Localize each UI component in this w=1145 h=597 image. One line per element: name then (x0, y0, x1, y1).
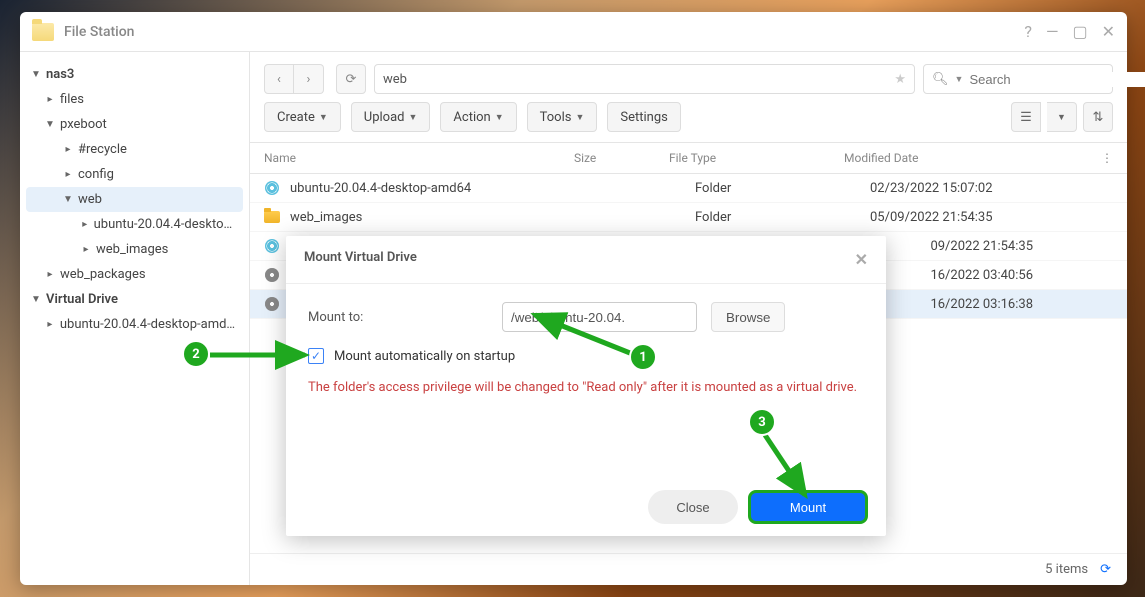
disk-icon (264, 180, 280, 196)
browse-button[interactable]: Browse (711, 302, 785, 332)
view-dropdown-button[interactable]: ▼ (1047, 102, 1077, 132)
mount-dialog: Mount Virtual Drive ✕ Mount to: Browse ✓… (286, 236, 886, 536)
search-box[interactable]: 🔍︎ ▼ (923, 64, 1113, 94)
item-count: 5 items (1045, 562, 1088, 577)
table-row[interactable]: web_images Folder 05/09/2022 21:54:35 (250, 203, 1127, 232)
refresh-button[interactable]: ⟳ (336, 64, 366, 94)
sidebar-item-ubuntu[interactable]: ▸ubuntu-20.04.4-desktop-amd64 (26, 212, 243, 237)
upload-button[interactable]: Upload▼ (351, 102, 431, 132)
nav-back-button[interactable]: ‹ (264, 64, 294, 94)
sidebar-item-web-images[interactable]: ▸web_images (26, 237, 243, 262)
col-size[interactable]: Size (574, 151, 669, 165)
window-controls: ? — ▢ ✕ (1024, 22, 1115, 41)
minimize-icon[interactable]: — (1046, 22, 1059, 41)
close-button[interactable]: Close (648, 490, 738, 524)
nav-forward-button[interactable]: › (294, 64, 324, 94)
sidebar-item-recycle[interactable]: ▸#recycle (26, 137, 243, 162)
search-icon: 🔍︎ (932, 72, 949, 87)
list-view-button[interactable]: ☰ (1011, 102, 1041, 132)
annotation-1: 1 (629, 343, 657, 371)
folder-icon (264, 209, 280, 225)
tree-virtual-drive[interactable]: ▼Virtual Drive (26, 287, 243, 312)
tools-button[interactable]: Tools▼ (527, 102, 598, 132)
dialog-title: Mount Virtual Drive (304, 250, 417, 269)
col-more-icon[interactable]: ⋮ (1093, 151, 1113, 165)
action-button[interactable]: Action▼ (440, 102, 516, 132)
search-input[interactable] (969, 72, 1145, 87)
mount-to-label: Mount to: (308, 310, 488, 325)
sort-button[interactable]: ⇅ (1083, 102, 1113, 132)
path-input[interactable]: web ★ (374, 64, 915, 94)
app-icon (32, 23, 54, 41)
refresh-icon[interactable]: ⟳ (1100, 562, 1111, 577)
titlebar: File Station ? — ▢ ✕ (20, 12, 1127, 52)
close-icon[interactable]: ✕ (1102, 22, 1115, 41)
annotation-3: 3 (748, 408, 776, 436)
sidebar-item-vd-ubuntu[interactable]: ▸ubuntu-20.04.4-desktop-amd64 (26, 312, 243, 337)
window-title: File Station (64, 24, 134, 40)
path-text: web (383, 72, 407, 87)
col-date[interactable]: Modified Date (844, 151, 1093, 165)
iso-icon (264, 296, 280, 312)
warning-text: The folder's access privilege will be ch… (308, 378, 864, 398)
col-type[interactable]: File Type (669, 151, 844, 165)
mount-to-input[interactable] (502, 302, 697, 332)
help-icon[interactable]: ? (1024, 22, 1032, 41)
annotation-2: 2 (182, 340, 210, 368)
auto-mount-checkbox[interactable]: ✓ (308, 348, 324, 364)
table-row[interactable]: ubuntu-20.04.4-desktop-amd64 Folder 02/2… (250, 174, 1127, 203)
maximize-icon[interactable]: ▢ (1072, 22, 1087, 41)
sidebar-item-pxeboot[interactable]: ▼pxeboot (26, 112, 243, 137)
sidebar-item-web-packages[interactable]: ▸web_packages (26, 262, 243, 287)
statusbar: 5 items ⟳ (250, 553, 1127, 585)
chevron-down-icon: ▼ (955, 74, 964, 85)
iso-icon (264, 267, 280, 283)
settings-button[interactable]: Settings (607, 102, 680, 132)
star-icon[interactable]: ★ (894, 72, 906, 87)
sidebar: ▼nas3 ▸files ▼pxeboot ▸#recycle ▸config … (20, 52, 250, 585)
tree-root[interactable]: ▼nas3 (26, 62, 243, 87)
sidebar-item-files[interactable]: ▸files (26, 87, 243, 112)
col-name[interactable]: Name (264, 151, 574, 165)
sidebar-item-config[interactable]: ▸config (26, 162, 243, 187)
auto-mount-label: Mount automatically on startup (334, 349, 515, 364)
sidebar-item-web[interactable]: ▼web (26, 187, 243, 212)
mount-button[interactable]: Mount (748, 490, 868, 524)
create-button[interactable]: Create▼ (264, 102, 341, 132)
disk-icon (264, 238, 280, 254)
dialog-close-icon[interactable]: ✕ (855, 250, 868, 269)
table-header: Name Size File Type Modified Date ⋮ (250, 142, 1127, 174)
